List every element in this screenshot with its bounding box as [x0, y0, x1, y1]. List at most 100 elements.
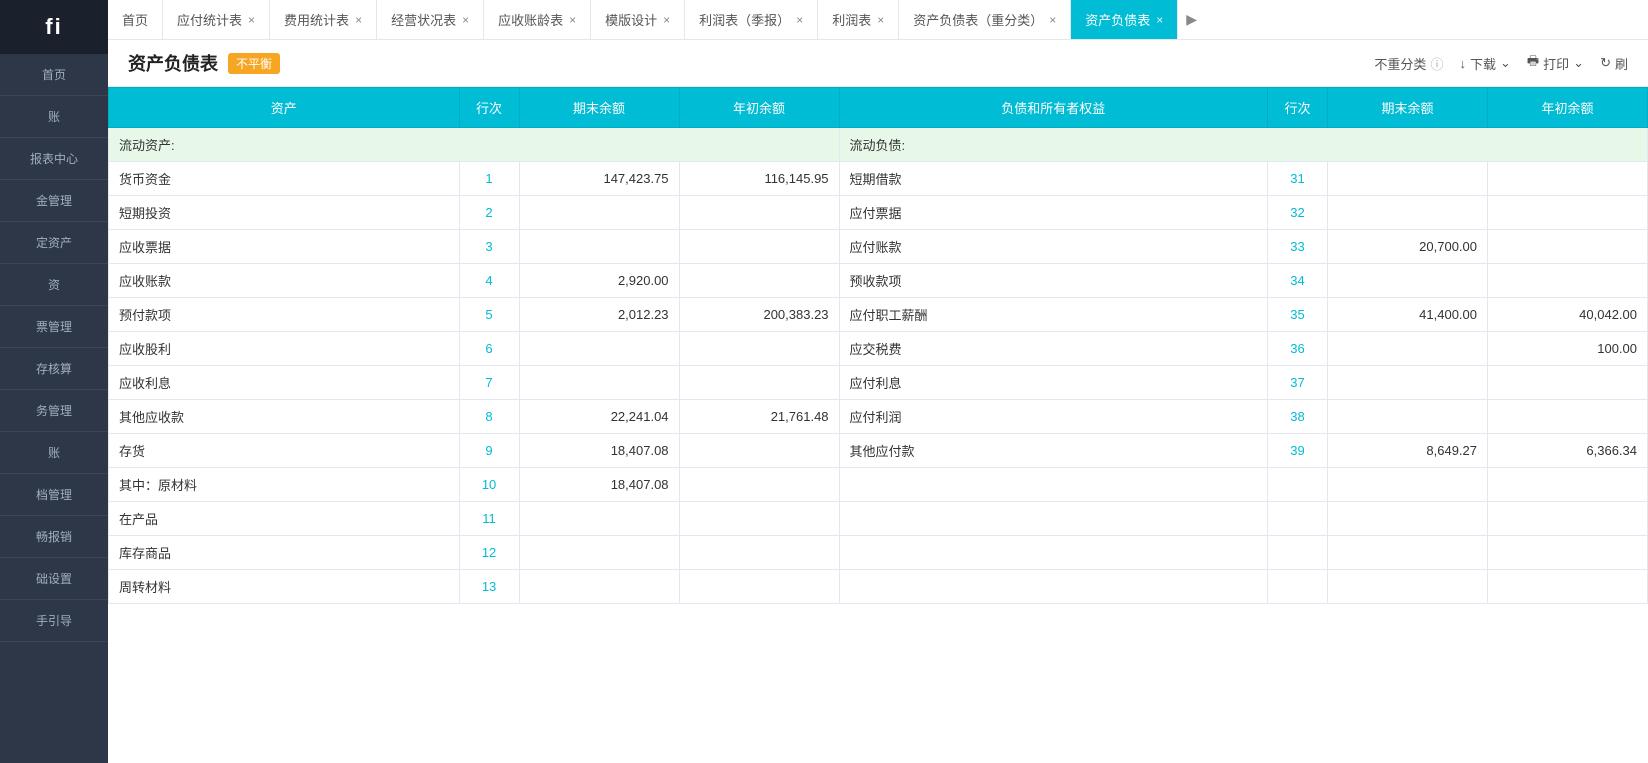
unbalanced-badge: 不平衡 — [228, 53, 280, 74]
cell-period-end — [519, 570, 679, 604]
tab-home[interactable]: 首页 — [108, 0, 163, 40]
print-button[interactable]: 🖶 打印 ⌄ — [1527, 52, 1584, 74]
cell-row-num2 — [1268, 536, 1328, 570]
tab-template-design[interactable]: 模版设计 × — [591, 0, 685, 40]
tab-profit-quarterly[interactable]: 利润表（季报） × — [685, 0, 818, 40]
cell-period-end2: 41,400.00 — [1328, 298, 1488, 332]
sidebar-item-capital[interactable]: 资 — [0, 264, 108, 306]
tab-scroll-arrow[interactable]: ▶ — [1178, 11, 1205, 28]
tab-profit[interactable]: 利润表 × — [818, 0, 899, 40]
tab-operation-status[interactable]: 经营状况表 × — [377, 0, 484, 40]
sidebar-logo: fi — [0, 0, 108, 54]
tab-close-profit[interactable]: × — [877, 13, 884, 27]
tab-expense-stats[interactable]: 费用统计表 × — [270, 0, 377, 40]
header-liability: 负债和所有者权益 — [839, 88, 1267, 128]
cell-year-start2 — [1488, 230, 1648, 264]
cell-row-num: 2 — [459, 196, 519, 230]
cell-row-num: 11 — [459, 502, 519, 536]
cell-liability: 短期借款 — [839, 162, 1267, 196]
sidebar-item-inventory[interactable]: 存核算 — [0, 348, 108, 390]
header-period-end2: 期末余额 — [1328, 88, 1488, 128]
cell-year-start — [679, 434, 839, 468]
cell-asset: 存货 — [109, 434, 460, 468]
sidebar-item-fixed-assets[interactable]: 定资产 — [0, 222, 108, 264]
cell-period-end2: 20,700.00 — [1328, 230, 1488, 264]
balance-sheet-table: 资产 行次 期末余额 年初余额 负债和所有者权益 行次 期末余额 年初余额 流动… — [108, 87, 1648, 604]
table-row: 周转材料 13 — [109, 570, 1648, 604]
tab-bar: 首页 应付统计表 × 费用统计表 × 经营状况表 × 应收账龄表 × 模版设计 … — [108, 0, 1648, 40]
tab-balance[interactable]: 资产负债表 × — [1071, 0, 1178, 40]
tab-close-profit-quarterly[interactable]: × — [796, 13, 803, 27]
header-period-end: 期末余额 — [519, 88, 679, 128]
sidebar-item-tax-mgmt[interactable]: 务管理 — [0, 390, 108, 432]
tab-close-balance-reclassified[interactable]: × — [1049, 13, 1056, 27]
sidebar-item-settings[interactable]: 础设置 — [0, 558, 108, 600]
cell-year-start2 — [1488, 366, 1648, 400]
sidebar-item-home[interactable]: 首页 — [0, 54, 108, 96]
cell-year-start2 — [1488, 570, 1648, 604]
cell-liability: 应付账款 — [839, 230, 1267, 264]
cell-period-end — [519, 502, 679, 536]
cell-year-start — [679, 366, 839, 400]
print-chevron-icon: ⌄ — [1573, 55, 1584, 71]
tab-close-balance[interactable]: × — [1156, 13, 1163, 27]
sidebar-item-expense[interactable]: 畅报销 — [0, 516, 108, 558]
cell-liability: 应付利润 — [839, 400, 1267, 434]
cell-period-end2 — [1328, 196, 1488, 230]
sidebar-item-account[interactable]: 账 — [0, 96, 108, 138]
tab-close-receivable-aging[interactable]: × — [569, 13, 576, 27]
cell-row-num2: 34 — [1268, 264, 1328, 298]
sidebar-item-invoice-mgmt[interactable]: 票管理 — [0, 306, 108, 348]
header-actions: 不重分类 ⓘ ↓ 下载 ⌄ 🖶 打印 ⌄ ↻ 刷 — [1374, 52, 1628, 74]
cell-year-start2 — [1488, 400, 1648, 434]
cell-year-start — [679, 196, 839, 230]
cell-row-num2 — [1268, 502, 1328, 536]
download-icon: ↓ — [1459, 56, 1466, 71]
page-title: 资产负债表 — [128, 50, 218, 76]
tab-receivable-aging[interactable]: 应收账龄表 × — [484, 0, 591, 40]
cell-year-start — [679, 570, 839, 604]
not-reclassify-button[interactable]: 不重分类 ⓘ — [1374, 54, 1443, 73]
sidebar-item-archive[interactable]: 档管理 — [0, 474, 108, 516]
table-row: 应收账款 4 2,920.00 预收款项 34 — [109, 264, 1648, 298]
cell-row-num: 10 — [459, 468, 519, 502]
not-reclassify-label: 不重分类 — [1374, 54, 1426, 73]
tab-close-payable-stats[interactable]: × — [248, 13, 255, 27]
sidebar-item-guide[interactable]: 手引导 — [0, 600, 108, 642]
cell-asset: 其他应收款 — [109, 400, 460, 434]
page-header: 资产负债表 不平衡 不重分类 ⓘ ↓ 下载 ⌄ 🖶 打印 ⌄ ↻ 刷 — [108, 40, 1648, 87]
cell-asset: 其中：原材料 — [109, 468, 460, 502]
table-row: 应收票据 3 应付账款 33 20,700.00 — [109, 230, 1648, 264]
cell-period-end: 18,407.08 — [519, 434, 679, 468]
cell-asset: 应收利息 — [109, 366, 460, 400]
sidebar-item-ledger[interactable]: 账 — [0, 432, 108, 474]
download-button[interactable]: ↓ 下载 ⌄ — [1459, 54, 1510, 73]
sidebar-item-report-center[interactable]: 报表中心 — [0, 138, 108, 180]
cell-liability: 应交税费 — [839, 332, 1267, 366]
cell-row-num: 3 — [459, 230, 519, 264]
refresh-label: 刷 — [1615, 54, 1628, 73]
refresh-icon: ↻ — [1600, 55, 1611, 71]
tab-balance-reclassified[interactable]: 资产负债表（重分类） × — [899, 0, 1071, 40]
cell-asset: 应收票据 — [109, 230, 460, 264]
refresh-button[interactable]: ↻ 刷 — [1600, 54, 1628, 73]
sidebar: fi 首页 账 报表中心 金管理 定资产 资 票管理 存核算 务管理 账 档管理… — [0, 0, 108, 763]
cell-asset: 在产品 — [109, 502, 460, 536]
cell-year-start: 200,383.23 — [679, 298, 839, 332]
cell-row-num: 1 — [459, 162, 519, 196]
cell-period-end: 2,920.00 — [519, 264, 679, 298]
tab-close-template-design[interactable]: × — [663, 13, 670, 27]
tab-close-operation-status[interactable]: × — [462, 13, 469, 27]
cell-row-num2: 32 — [1268, 196, 1328, 230]
header-year-start2: 年初余额 — [1488, 88, 1648, 128]
cell-year-start — [679, 264, 839, 298]
cell-year-start: 21,761.48 — [679, 400, 839, 434]
tab-payable-stats[interactable]: 应付统计表 × — [163, 0, 270, 40]
table-row: 在产品 11 — [109, 502, 1648, 536]
cell-period-end2: 8,649.27 — [1328, 434, 1488, 468]
cell-row-num: 7 — [459, 366, 519, 400]
print-icon: 🖶 — [1527, 52, 1539, 74]
cell-period-end2 — [1328, 162, 1488, 196]
tab-close-expense-stats[interactable]: × — [355, 13, 362, 27]
sidebar-item-fund-mgmt[interactable]: 金管理 — [0, 180, 108, 222]
